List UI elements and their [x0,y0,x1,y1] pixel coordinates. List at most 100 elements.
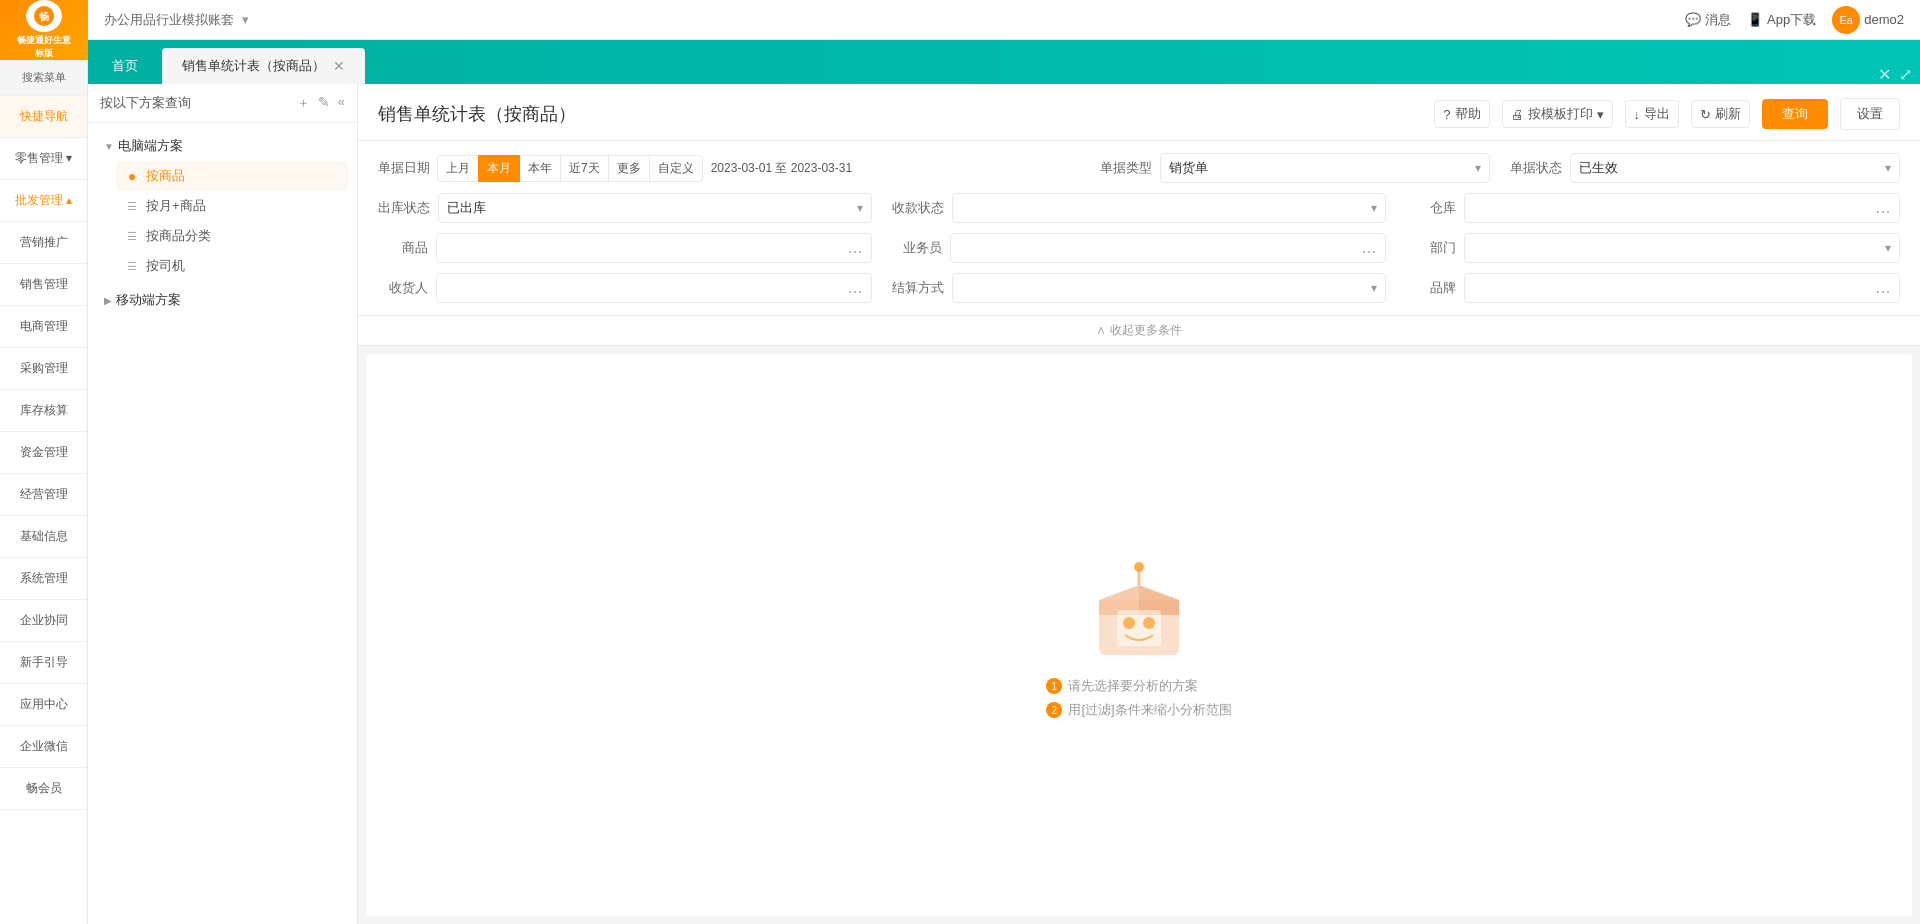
brand-input[interactable]: … [1464,273,1900,303]
mobile-group-label: 移动端方案 [116,291,181,309]
payment-status-field: 收款状态 ▾ [892,193,1386,223]
sidebar-item-basic[interactable]: 基础信息 [0,516,87,558]
logo-icon: 畅 [26,0,62,32]
department-input[interactable]: ▾ [1464,233,1900,263]
date-this-year-btn[interactable]: 本年 [519,155,561,182]
warehouse-label: 仓库 [1406,199,1456,217]
sidebar-item-quick-nav[interactable]: 快捷导航 [0,96,87,138]
sidebar-item-newbie[interactable]: 新手引导 [0,642,87,684]
date-7days-btn[interactable]: 近7天 [560,155,609,182]
sidebar-item-system[interactable]: 系统管理 [0,558,87,600]
recipient-input[interactable]: … [436,273,872,303]
add-scheme-btn[interactable]: ＋ [297,94,310,112]
department-field: 部门 ▾ [1406,233,1900,263]
edit-scheme-btn[interactable]: ✎ [318,94,330,112]
date-this-month-btn[interactable]: 本月 [478,155,520,182]
user-profile[interactable]: Ea demo2 [1832,6,1904,34]
export-btn[interactable]: ↓ 导出 [1625,100,1680,128]
collapse-filters-btn[interactable]: ∧ 收起更多条件 [358,316,1920,346]
sidebar-item-enterprise[interactable]: 企业协同 [0,600,87,642]
date-more-btn[interactable]: 更多 [608,155,650,182]
scheme-tree: ▼ 电脑端方案 ● 按商品 ☰ 按月+商品 ☰ [88,123,357,924]
close-window-btn[interactable]: ✕ [1878,65,1891,84]
collapse-panel-btn[interactable]: « [338,94,345,112]
sidebar-item-wholesale[interactable]: 批发管理 ▴ [0,180,87,222]
main-area: 办公用品行业模拟账套 ▾ 💬 消息 📱 App下载 Ea demo2 首页 [88,0,1920,924]
empty-state: 1 请先选择要分析的方案 2 用[过滤]条件来缩小分析范围 [366,354,1912,916]
filter-area: 单据日期 上月 本月 本年 近7天 更多 自定义 2023- [358,141,1920,316]
desktop-scheme-header[interactable]: ▼ 电脑端方案 [96,131,349,161]
message-btn[interactable]: 💬 消息 [1685,11,1731,29]
payment-status-chevron-icon: ▾ [1371,201,1377,215]
mobile-scheme-header[interactable]: ▶ 移动端方案 [96,285,349,315]
salesperson-label: 业务员 [892,239,942,257]
sidebar-item-purchase[interactable]: 采购管理 [0,348,87,390]
industry-dropdown-icon[interactable]: ▾ [242,12,249,27]
scheme-by-month-product[interactable]: ☰ 按月+商品 [116,191,349,221]
filter-row-4: 收货人 … 结算方式 ▾ 品牌 [378,273,1900,303]
brand-label: 品牌 [1406,279,1456,297]
scheme-by-printer[interactable]: ☰ 按司机 [116,251,349,281]
sidebar-item-operation[interactable]: 经营管理 [0,474,87,516]
salesperson-field: 业务员 … [892,233,1386,263]
recipient-label: 收货人 [378,279,428,297]
refresh-btn[interactable]: ↻ 刷新 [1691,100,1750,128]
expand-mobile-icon: ▶ [104,295,112,306]
tip-num-1: 1 [1046,678,1062,694]
tab-home[interactable]: 首页 [92,48,158,84]
scheme-list-icon-3: ☰ [124,258,140,274]
type-field: 单据类型 销货单 ▾ [1100,153,1490,183]
doc-status-input[interactable]: 已生效 ▾ [1570,153,1900,183]
scheme-by-category[interactable]: ☰ 按商品分类 [116,221,349,251]
sidebar-item-finance[interactable]: 资金管理 [0,432,87,474]
scheme-by-month-label: 按月+商品 [146,197,206,215]
scheme-by-product[interactable]: ● 按商品 [116,161,349,191]
date-label: 单据日期 [378,159,430,177]
scheme-by-category-label: 按商品分类 [146,227,211,245]
help-btn[interactable]: ? 帮助 [1434,100,1489,128]
tab-report[interactable]: 销售单统计表（按商品） ✕ [162,48,365,84]
date-custom-btn[interactable]: 自定义 [649,155,703,182]
sidebar-item-inventory[interactable]: 库存核算 [0,390,87,432]
type-input[interactable]: 销货单 ▾ [1160,153,1490,183]
template-print-btn[interactable]: 🖨 按模板打印 ▾ [1502,100,1613,128]
scheme-by-printer-label: 按司机 [146,257,185,275]
payment-method-chevron-icon: ▾ [1371,281,1377,295]
message-icon: 💬 [1685,12,1701,27]
industry-label: 办公用品行业模拟账套 [104,11,234,29]
brand-field: 品牌 … [1406,273,1900,303]
desktop-group-label: 电脑端方案 [118,137,183,155]
desktop-scheme-children: ● 按商品 ☰ 按月+商品 ☰ 按商品分类 ☰ [96,161,349,281]
sidebar-item-retail[interactable]: 零售管理 ▾ [0,138,87,180]
warehouse-status-input[interactable]: 已出库 ▾ [438,193,872,223]
product-input[interactable]: … [436,233,872,263]
scheme-by-product-label: 按商品 [146,167,185,185]
query-btn[interactable]: 查询 [1762,99,1828,129]
empty-tip-1: 1 请先选择要分析的方案 [1046,677,1231,695]
sidebar-item-sales[interactable]: 销售管理 [0,264,87,306]
empty-tip-2: 2 用[过滤]条件来缩小分析范围 [1046,701,1231,719]
payment-status-input[interactable]: ▾ [952,193,1386,223]
app-download-btn[interactable]: 📱 App下载 [1747,11,1816,29]
brand-ellipsis-icon: … [1875,279,1891,297]
content-area: 按以下方案查询 ＋ ✎ « ▼ 电脑端方案 ● [88,84,1920,924]
date-last-month-btn[interactable]: 上月 [437,155,479,182]
page-header: 销售单统计表（按商品） ? 帮助 🖨 按模板打印 ▾ ↓ 导出 [358,84,1920,141]
tab-close-icon[interactable]: ✕ [333,58,345,74]
warehouse-input[interactable]: … [1464,193,1900,223]
app-logo: 畅 畅捷通好生意 标版 [0,0,88,60]
sidebar-item-wechat[interactable]: 企业微信 [0,726,87,768]
sidebar-search[interactable]: 搜索菜单 [0,60,87,96]
sidebar-item-appstore[interactable]: 应用中心 [0,684,87,726]
sidebar-item-marketing[interactable]: 营销推广 [0,222,87,264]
department-chevron-icon: ▾ [1885,241,1891,255]
settings-btn[interactable]: 设置 [1840,98,1900,130]
sidebar-item-ecommerce[interactable]: 电商管理 [0,306,87,348]
product-field: 商品 … [378,233,872,263]
sidebar-item-member[interactable]: 畅会员 [0,768,87,810]
expand-window-btn[interactable]: ⤢ [1899,65,1912,84]
salesperson-input[interactable]: … [950,233,1386,263]
payment-method-input[interactable]: ▾ [952,273,1386,303]
right-panel: 销售单统计表（按商品） ? 帮助 🖨 按模板打印 ▾ ↓ 导出 [358,84,1920,924]
product-ellipsis-icon: … [847,239,863,257]
